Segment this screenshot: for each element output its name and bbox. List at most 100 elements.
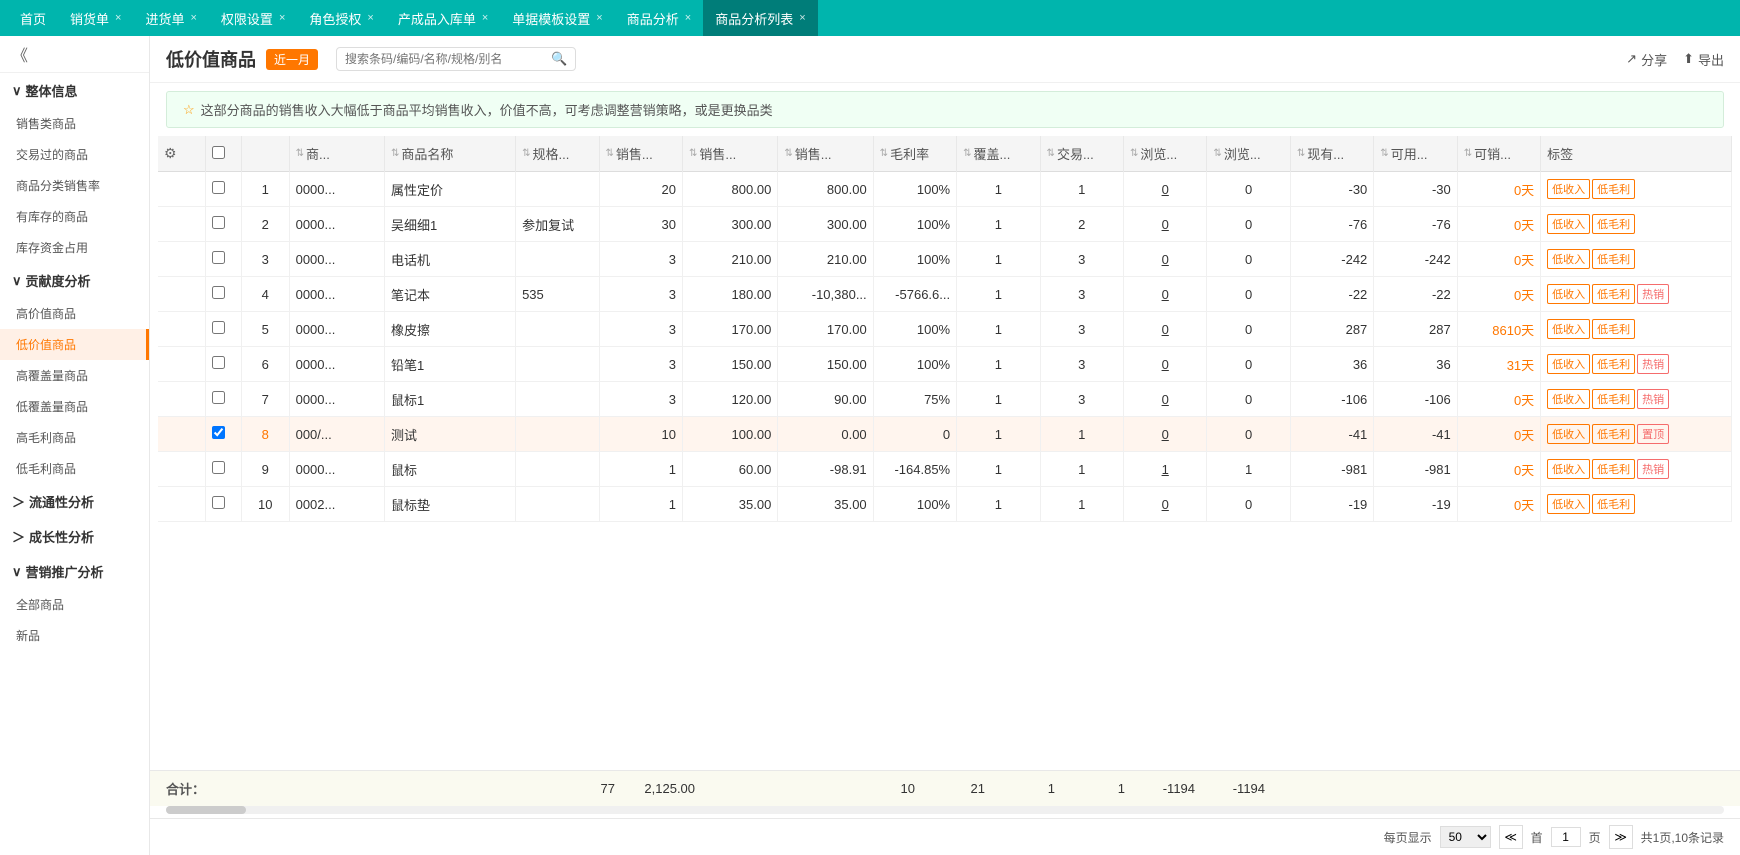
nav-product-inbound[interactable]: 产成品入库单 × (386, 0, 500, 36)
row-checkbox[interactable] (212, 391, 225, 404)
sale-amt-column-header[interactable]: ⇅销售... (682, 136, 777, 172)
sidebar-item-low-value[interactable]: 低价值商品 (0, 329, 149, 360)
nav-role-auth[interactable]: 角色授权 × (297, 0, 385, 36)
browse1-cell[interactable]: 0 (1123, 382, 1206, 417)
select-all-checkbox[interactable] (212, 146, 225, 159)
close-icon[interactable]: × (115, 12, 121, 24)
page-input[interactable] (1551, 827, 1581, 847)
row-checkbox[interactable] (212, 181, 225, 194)
sidebar-item-new-products[interactable]: 新品 (0, 620, 149, 651)
close-icon[interactable]: × (596, 12, 602, 24)
search-input[interactable] (345, 52, 545, 66)
first-page-button[interactable]: ≪ (1499, 825, 1523, 849)
name-cell: 橡皮擦 (384, 312, 515, 347)
sidebar-item-high-margin[interactable]: 高毛利商品 (0, 422, 149, 453)
sidebar-collapse-button[interactable]: 《 (8, 42, 32, 66)
margin-rate-cell: 75% (873, 382, 956, 417)
footer-avail: -1194 (1203, 781, 1273, 796)
per-page-label: 每页显示 (1384, 829, 1432, 846)
sidebar-item-stocked-products[interactable]: 有库存的商品 (0, 201, 149, 232)
browse1-cell[interactable]: 0 (1123, 312, 1206, 347)
browse1-cell[interactable]: 0 (1123, 242, 1206, 277)
sidebar-item-low-coverage[interactable]: 低覆盖量商品 (0, 391, 149, 422)
nav-product-analysis-list[interactable]: 商品分析列表 × (703, 0, 817, 36)
nav-template-settings[interactable]: 单据模板设置 × (500, 0, 614, 36)
close-icon[interactable]: × (799, 12, 805, 24)
row-checkbox[interactable] (212, 496, 225, 509)
share-button[interactable]: ↗ 分享 (1626, 50, 1667, 69)
avail-column-header[interactable]: ⇅可用... (1374, 136, 1457, 172)
tag-badge: 低收入 (1547, 424, 1590, 444)
nav-home[interactable]: 首页 (8, 0, 58, 36)
table-wrapper[interactable]: ⚙ ⇅商... ⇅商品名称 ⇅规格... (150, 136, 1740, 770)
search-icon[interactable]: 🔍 (551, 51, 567, 67)
sidebar-item-high-value[interactable]: 高价值商品 (0, 298, 149, 329)
nav-product-analysis[interactable]: 商品分析 × (615, 0, 703, 36)
close-icon[interactable]: × (367, 12, 373, 24)
sidebar-item-sales-products[interactable]: 销售类商品 (0, 108, 149, 139)
row-checkbox[interactable] (212, 356, 225, 369)
sale-qty-column-header[interactable]: ⇅销售... (599, 136, 682, 172)
browse1-column-header[interactable]: ⇅浏览... (1123, 136, 1206, 172)
browse2-column-header[interactable]: ⇅浏览... (1207, 136, 1290, 172)
trade-column-header[interactable]: ⇅交易... (1040, 136, 1123, 172)
no-cell: 5 (241, 312, 289, 347)
coverage-column-header[interactable]: ⇅覆盖... (957, 136, 1040, 172)
days-cell: 0天 (1457, 207, 1540, 242)
name-column-header[interactable]: ⇅商品名称 (384, 136, 515, 172)
row-checkbox[interactable] (212, 251, 225, 264)
settings-column-header[interactable]: ⚙ (158, 136, 206, 172)
row-checkbox[interactable] (212, 321, 225, 334)
table-row: 7 0000... 鼠标1 3 120.00 90.00 75% 1 3 0 0… (158, 382, 1732, 417)
spec-column-header[interactable]: ⇅规格... (516, 136, 599, 172)
browse1-cell[interactable]: 0 (1123, 172, 1206, 207)
horizontal-scrollbar[interactable] (166, 806, 1724, 814)
browse1-cell[interactable]: 0 (1123, 347, 1206, 382)
stock-column-header[interactable]: ⇅现有... (1290, 136, 1373, 172)
close-icon[interactable]: × (279, 12, 285, 24)
nav-purchase-order[interactable]: 进货单 × (133, 0, 208, 36)
scrollbar-thumb[interactable] (166, 806, 246, 814)
code-column-header[interactable]: ⇅商... (289, 136, 384, 172)
browse2-cell: 0 (1207, 277, 1290, 312)
sidebar-item-low-margin[interactable]: 低毛利商品 (0, 453, 149, 484)
stock-cell: -106 (1290, 382, 1373, 417)
browse1-cell[interactable]: 0 (1123, 207, 1206, 242)
browse1-cell[interactable]: 0 (1123, 417, 1206, 452)
trade-cell: 3 (1040, 312, 1123, 347)
search-box: 🔍 (336, 47, 576, 71)
nav-sales-order[interactable]: 销货单 × (58, 0, 133, 36)
close-icon[interactable]: × (482, 12, 488, 24)
row-checkbox[interactable] (212, 286, 225, 299)
row-checkbox[interactable] (212, 216, 225, 229)
sidebar-item-category-sales-rate[interactable]: 商品分类销售率 (0, 170, 149, 201)
margin-rate-column-header[interactable]: ⇅毛利率 (873, 136, 956, 172)
checkbox-cell (206, 242, 242, 277)
nav-permission-settings[interactable]: 权限设置 × (209, 0, 297, 36)
next-page-button[interactable]: ≫ (1609, 825, 1633, 849)
avail-cell: 36 (1374, 347, 1457, 382)
sort-icon: ⇅ (1130, 148, 1138, 159)
row-checkbox[interactable] (212, 461, 225, 474)
per-page-select[interactable]: 50 100 200 (1440, 826, 1491, 848)
close-icon[interactable]: × (190, 12, 196, 24)
tag-badge: 热销 (1637, 389, 1669, 409)
name-cell: 吴细细1 (384, 207, 515, 242)
settings-cell (158, 312, 206, 347)
close-icon[interactable]: × (685, 12, 691, 24)
browse1-cell[interactable]: 0 (1123, 487, 1206, 522)
sidebar-item-traded-products[interactable]: 交易过的商品 (0, 139, 149, 170)
sidebar-item-inventory-capital[interactable]: 库存资金占用 (0, 232, 149, 263)
page-title: 低价值商品 (166, 46, 256, 72)
browse1-cell[interactable]: 1 (1123, 452, 1206, 487)
browse1-cell[interactable]: 0 (1123, 277, 1206, 312)
table-footer: 合计： 77 2,125.00 10 21 1 1 -1194 -1194 (150, 770, 1740, 806)
row-checkbox[interactable] (212, 426, 225, 439)
time-badge[interactable]: 近一月 (266, 49, 318, 70)
sidebar-item-all-products[interactable]: 全部商品 (0, 589, 149, 620)
sale-profit-column-header[interactable]: ⇅销售... (778, 136, 873, 172)
export-button[interactable]: ⬆ 导出 (1683, 50, 1724, 69)
saleable-column-header[interactable]: ⇅可销... (1457, 136, 1540, 172)
sidebar-item-high-coverage[interactable]: 高覆盖量商品 (0, 360, 149, 391)
settings-icon[interactable]: ⚙ (164, 145, 177, 161)
